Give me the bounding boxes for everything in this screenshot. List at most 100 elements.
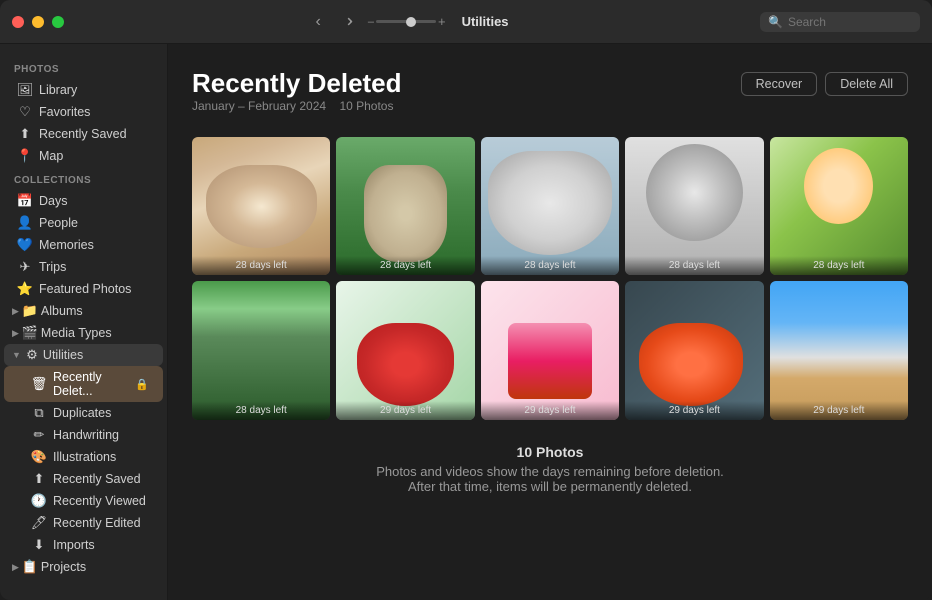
sidebar-item-projects[interactable]: ▶ 📋 Projects <box>4 556 163 578</box>
photo-cell[interactable]: 28 days left <box>625 137 763 275</box>
people-icon: 👤 <box>18 216 32 230</box>
sidebar-item-albums[interactable]: ▶ 📁 Albums <box>4 300 163 322</box>
sidebar-item-days[interactable]: 📅 Days <box>4 190 163 212</box>
zoom-track[interactable] <box>376 20 436 23</box>
sidebar-item-memories[interactable]: 💙 Memories <box>4 234 163 256</box>
photo-caption: 28 days left <box>192 401 330 420</box>
recover-button[interactable]: Recover <box>741 72 818 96</box>
photo-cell[interactable]: 29 days left <box>770 281 908 419</box>
photo-cell[interactable]: 28 days left <box>336 137 474 275</box>
titlebar-center: ‹ ⌃ – + Utilities <box>64 11 760 32</box>
lock-icon: 🔒 <box>135 378 149 391</box>
sidebar-item-library[interactable]: 🖼 Library <box>4 79 163 101</box>
sidebar: Photos 🖼 Library ♡ Favorites ⬆ Recently … <box>0 44 168 600</box>
illustrations-icon: 🎨 <box>32 450 46 464</box>
fullscreen-button[interactable] <box>52 16 64 28</box>
search-icon: 🔍 <box>768 15 783 29</box>
memories-icon: 💙 <box>18 238 32 252</box>
photo-cell[interactable]: 28 days left <box>192 281 330 419</box>
sidebar-item-label: Trips <box>39 260 66 274</box>
photo-cell[interactable]: 29 days left <box>336 281 474 419</box>
traffic-lights <box>12 16 64 28</box>
sidebar-item-media-types[interactable]: ▶ 🎬 Media Types <box>4 322 163 344</box>
sidebar-item-people[interactable]: 👤 People <box>4 212 163 234</box>
content-area: Recently Deleted January – February 2024… <box>168 44 932 600</box>
sidebar-item-duplicates[interactable]: ⧉ Duplicates <box>4 402 163 424</box>
footer-line1: Photos and videos show the days remainin… <box>192 464 908 479</box>
projects-icon: 📋 <box>23 560 37 574</box>
sidebar-item-recently-saved-2[interactable]: ⬆ Recently Saved <box>4 468 163 490</box>
page-title: Recently Deleted <box>192 68 402 99</box>
sidebar-item-label: People <box>39 216 78 230</box>
sidebar-item-label: Projects <box>41 560 86 574</box>
minimize-button[interactable] <box>32 16 44 28</box>
sidebar-item-label: Handwriting <box>53 428 119 442</box>
photo-caption: 28 days left <box>770 256 908 275</box>
rotate-button[interactable]: ⌃ <box>334 14 355 29</box>
sidebar-item-recently-saved[interactable]: ⬆ Recently Saved <box>4 123 163 145</box>
chevron-right-icon: ▶ <box>12 328 19 339</box>
map-icon: 📍 <box>18 149 32 163</box>
photo-caption: 28 days left <box>336 256 474 275</box>
back-button[interactable]: ‹ <box>315 13 320 31</box>
featured-icon: ⭐ <box>18 282 32 296</box>
delete-all-button[interactable]: Delete All <box>825 72 908 96</box>
sidebar-item-label: Recently Delet... <box>53 370 128 398</box>
photo-cell[interactable]: 28 days left <box>192 137 330 275</box>
sidebar-item-label: Library <box>39 83 77 97</box>
search-bar[interactable]: 🔍 <box>760 12 920 32</box>
photo-caption: 29 days left <box>625 401 763 420</box>
photo-cell[interactable]: 29 days left <box>481 281 619 419</box>
albums-icon: 📁 <box>23 304 37 318</box>
photo-caption: 28 days left <box>192 256 330 275</box>
trips-icon: ✈ <box>18 260 32 274</box>
subtitle: January – February 2024 10 Photos <box>192 99 402 113</box>
zoom-plus[interactable]: + <box>438 14 446 29</box>
trash-icon: 🗑 <box>32 377 46 391</box>
photos-section-label: Photos <box>0 56 167 79</box>
search-input[interactable] <box>788 15 912 29</box>
titlebar: ‹ ⌃ – + Utilities 🔍 <box>0 0 932 44</box>
zoom-thumb <box>406 17 416 27</box>
subtitle-count: 10 Photos <box>339 99 393 113</box>
sidebar-item-label: Favorites <box>39 105 90 119</box>
header-buttons: Recover Delete All <box>741 72 908 96</box>
sidebar-item-favorites[interactable]: ♡ Favorites <box>4 101 163 123</box>
sidebar-item-label: Recently Saved <box>53 472 141 486</box>
title-area: Recently Deleted January – February 2024… <box>192 68 402 131</box>
sidebar-item-recently-viewed[interactable]: 🕐 Recently Viewed <box>4 490 163 512</box>
sidebar-item-imports[interactable]: ⬇ Imports <box>4 534 163 556</box>
sidebar-item-recently-deleted[interactable]: 🗑 Recently Delet... 🔒 <box>4 366 163 402</box>
sidebar-item-utilities[interactable]: ▼ ⚙ Utilities <box>4 344 163 366</box>
zoom-control[interactable]: – + <box>368 14 446 29</box>
footer-info: 10 Photos Photos and videos show the day… <box>192 444 908 494</box>
subtitle-date: January – February 2024 <box>192 99 326 113</box>
titlebar-right: 🔍 <box>760 12 920 32</box>
sidebar-item-label: Memories <box>39 238 94 252</box>
sidebar-item-label: Duplicates <box>53 406 111 420</box>
close-button[interactable] <box>12 16 24 28</box>
sidebar-item-handwriting[interactable]: ✏ Handwriting <box>4 424 163 446</box>
footer-line2: After that time, items will be permanent… <box>192 479 908 494</box>
zoom-minus[interactable]: – <box>368 16 374 28</box>
sidebar-item-label: Recently Viewed <box>53 494 146 508</box>
photo-cell[interactable]: 28 days left <box>770 137 908 275</box>
recently-viewed-icon: 🕐 <box>32 494 46 508</box>
media-types-icon: 🎬 <box>23 326 37 340</box>
photo-cell[interactable]: 28 days left <box>481 137 619 275</box>
sidebar-item-map[interactable]: 📍 Map <box>4 145 163 167</box>
photo-caption: 28 days left <box>625 256 763 275</box>
days-icon: 📅 <box>18 194 32 208</box>
photo-cell[interactable]: 29 days left <box>625 281 763 419</box>
photo-grid: 28 days left 28 days left 28 days left 2… <box>192 137 908 420</box>
sidebar-item-trips[interactable]: ✈ Trips <box>4 256 163 278</box>
recently-edited-icon: 🖊 <box>32 516 46 530</box>
sidebar-item-illustrations[interactable]: 🎨 Illustrations <box>4 446 163 468</box>
chevron-right-icon: ▶ <box>12 562 19 573</box>
utilities-icon: ⚙ <box>25 348 39 362</box>
window-title: Utilities <box>462 14 509 29</box>
sidebar-item-recently-edited[interactable]: 🖊 Recently Edited <box>4 512 163 534</box>
favorites-icon: ♡ <box>18 105 32 119</box>
recently-saved-icon: ⬆ <box>18 127 32 141</box>
sidebar-item-featured-photos[interactable]: ⭐ Featured Photos <box>4 278 163 300</box>
